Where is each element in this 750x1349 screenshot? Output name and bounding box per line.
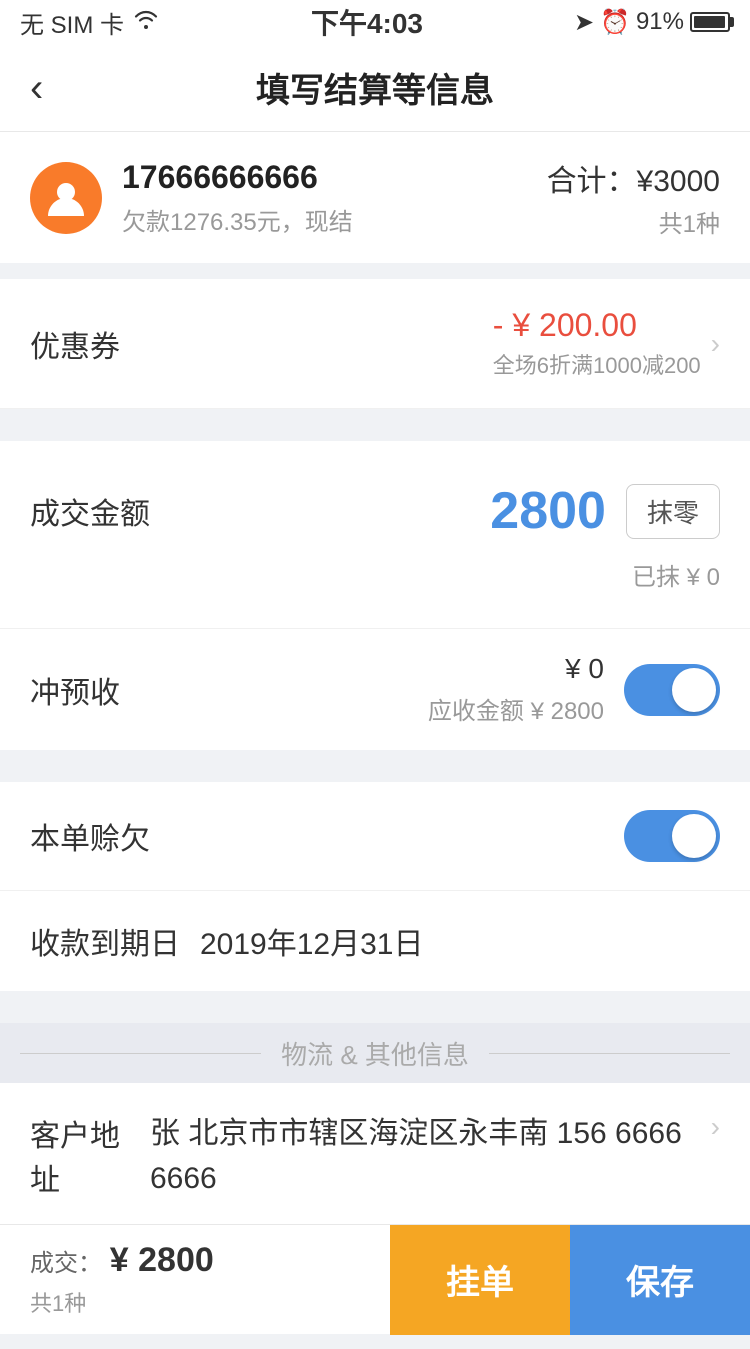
address-section[interactable]: 客户地址 张 北京市市辖区海淀区永丰南 156 6666 6666 › <box>0 1083 750 1229</box>
divider-line-right <box>489 1053 730 1054</box>
hang-button[interactable]: 挂单 <box>390 1225 570 1335</box>
section-spacer-3 <box>0 991 750 1007</box>
battery-percent: 91% <box>636 8 684 36</box>
customer-row: 17666666666 欠款1276.35元，现结 合计：¥3000 共1种 <box>0 132 750 263</box>
status-bar: 无 SIM 卡 下午4:03 ➤ ⏰ 91% <box>0 0 750 44</box>
wifi-icon <box>132 8 160 36</box>
chong-row: 冲预收 ¥ 0 应收金额 ¥ 2800 <box>0 628 750 750</box>
back-button[interactable]: ‹ <box>30 68 43 108</box>
duedate-label: 收款到期日 <box>30 919 180 963</box>
customer-sub: 欠款1276.35元，现结 <box>122 202 353 237</box>
alarm-icon: ⏰ <box>600 8 630 37</box>
transaction-sub: 已抹 ¥ 0 <box>632 564 720 591</box>
chong-amount: ¥ 0 <box>565 653 604 685</box>
bendan-toggle[interactable] <box>624 810 720 862</box>
transaction-section: 成交金额 2800 抹零 已抹 ¥ 0 <box>0 441 750 628</box>
save-button[interactable]: 保存 <box>570 1225 750 1335</box>
bendan-label: 本单赊欠 <box>30 814 150 858</box>
chong-sub: 应收金额 ¥ 2800 <box>428 691 604 726</box>
transaction-label: 成交金额 <box>30 489 150 533</box>
footer-count: 共1种 <box>30 1286 360 1318</box>
section-spacer-1 <box>0 425 750 441</box>
footer-prefix-label: 成交： <box>30 1250 102 1277</box>
round-button[interactable]: 抹零 <box>626 484 720 539</box>
location-icon: ➤ <box>574 8 594 37</box>
transaction-value: 2800 <box>490 481 606 541</box>
footer-info: 成交： ¥ 2800 共1种 <box>0 1241 390 1318</box>
coupon-right: - ¥ 200.00 全场6折满1000减200 › <box>493 307 720 380</box>
duedate-section: 收款到期日 2019年12月31日 <box>0 890 750 991</box>
coupon-desc: 全场6折满1000减200 <box>493 348 701 380</box>
section-spacer-2 <box>0 750 750 766</box>
bendan-toggle-knob <box>672 814 716 858</box>
divider-line-left <box>20 1053 261 1054</box>
coupon-label: 优惠券 <box>30 322 120 366</box>
status-time: 下午4:03 <box>311 2 423 42</box>
logistics-divider: 物流 & 其他信息 <box>0 1023 750 1083</box>
footer-amount: ¥ 2800 <box>110 1241 214 1279</box>
coupon-row[interactable]: 优惠券 - ¥ 200.00 全场6折满1000减200 › <box>0 279 750 409</box>
chong-label: 冲预收 <box>30 668 120 712</box>
duedate-value: 2019年12月31日 <box>200 919 423 963</box>
address-value: 张 北京市市辖区海淀区永丰南 156 6666 6666 <box>150 1111 701 1201</box>
chong-toggle[interactable] <box>624 664 720 716</box>
page-title: 填写结算等信息 <box>256 63 494 112</box>
address-label: 客户地址 <box>30 1111 130 1199</box>
customer-info: 17666666666 欠款1276.35元，现结 <box>122 159 353 237</box>
coupon-discount: - ¥ 200.00 <box>493 307 701 344</box>
total-count: 共1种 <box>547 204 720 239</box>
footer: 成交： ¥ 2800 共1种 挂单 保存 <box>0 1224 750 1334</box>
chong-right: ¥ 0 应收金额 ¥ 2800 <box>428 653 720 726</box>
customer-left: 17666666666 欠款1276.35元，现结 <box>30 159 353 237</box>
toggle-knob <box>672 668 716 712</box>
nav-bar: ‹ 填写结算等信息 <box>0 44 750 132</box>
avatar <box>30 162 102 234</box>
no-sim-text: 无 SIM 卡 <box>20 5 124 40</box>
transaction-row: 成交金额 2800 抹零 <box>30 465 720 557</box>
transaction-right: 2800 抹零 <box>490 481 720 541</box>
bendan-section: 本单赊欠 <box>0 782 750 890</box>
customer-total: 合计：¥3000 共1种 <box>547 156 720 239</box>
address-chevron-icon: › <box>711 1111 720 1143</box>
logistics-label: 物流 & 其他信息 <box>281 1035 469 1072</box>
battery-icon <box>690 12 730 32</box>
chevron-right-icon: › <box>711 328 720 360</box>
status-right: ➤ ⏰ 91% <box>574 8 730 37</box>
total-amount: 合计：¥3000 <box>547 156 720 200</box>
status-left: 无 SIM 卡 <box>20 5 160 40</box>
customer-phone: 17666666666 <box>122 159 353 196</box>
